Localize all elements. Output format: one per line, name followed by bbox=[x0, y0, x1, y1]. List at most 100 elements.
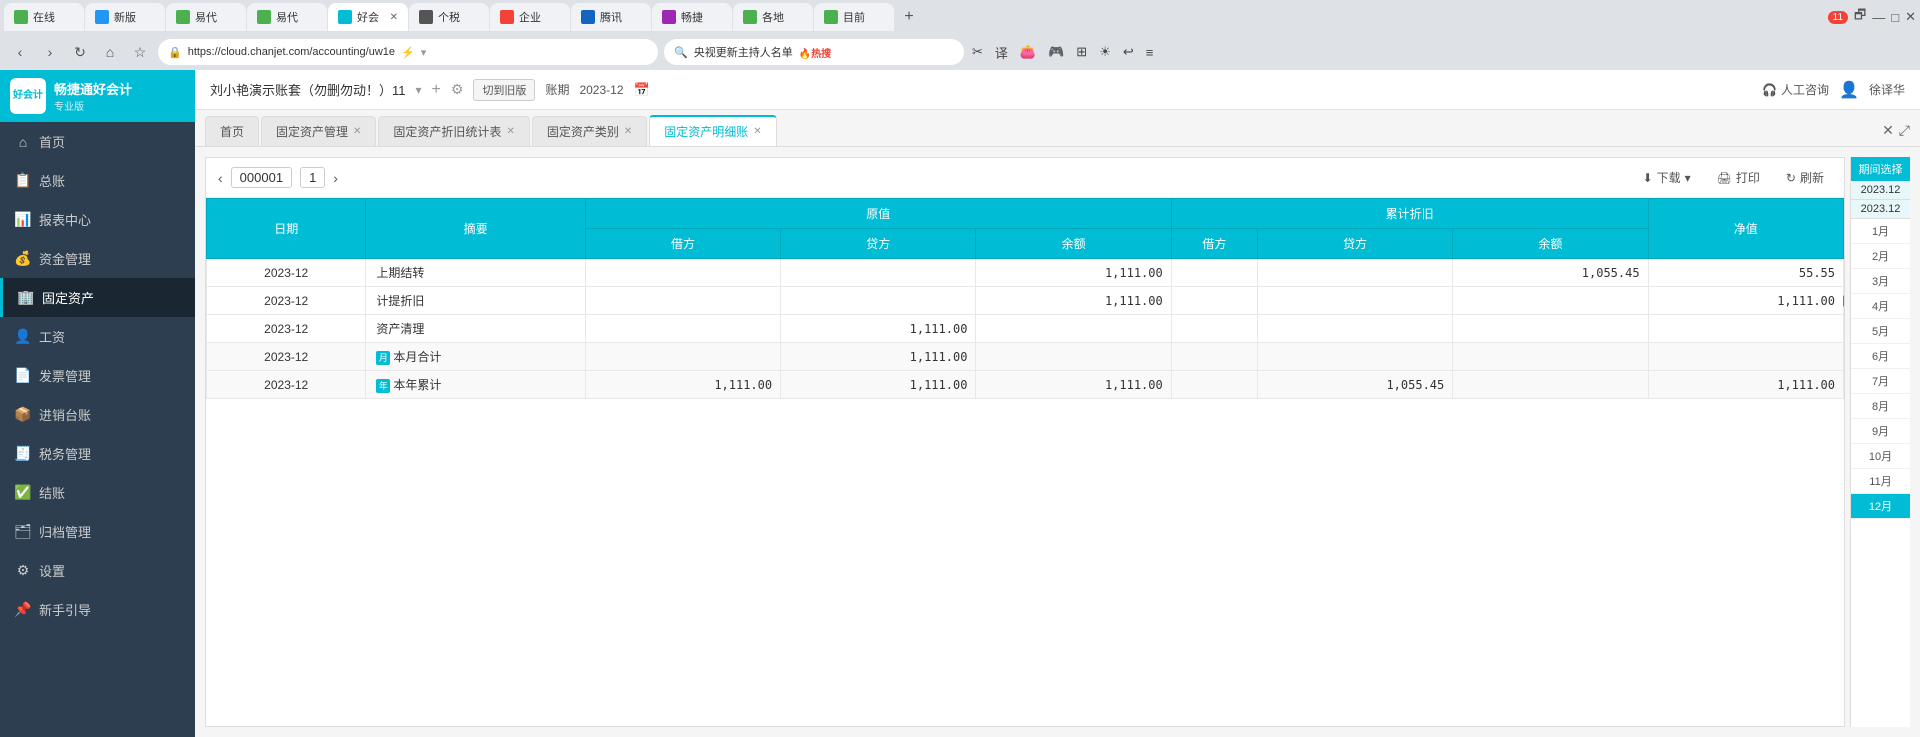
tab-favicon bbox=[581, 10, 595, 24]
period-month-10[interactable]: 10月 bbox=[1851, 444, 1910, 469]
period-month-8[interactable]: 8月 bbox=[1851, 394, 1910, 419]
tab-fixed-assets-management[interactable]: 固定资产管理 ✕ bbox=[261, 116, 376, 146]
cell-net-value: 55.55 bbox=[1648, 259, 1843, 287]
brightness-icon[interactable]: ☀ bbox=[1097, 42, 1113, 62]
game-icon[interactable]: 🎮 bbox=[1046, 42, 1066, 62]
settings-account-btn[interactable]: ⚙ bbox=[451, 81, 464, 98]
browser-tab-yidai2[interactable]: 易代 bbox=[247, 3, 327, 31]
calendar-icon[interactable]: 📅 bbox=[634, 82, 650, 98]
refresh-button[interactable]: ↻ bbox=[68, 40, 92, 64]
app-logo: 好会计 bbox=[10, 78, 46, 114]
sidebar-item-reports[interactable]: 📊 报表中心 bbox=[0, 200, 195, 239]
browser-tab-online[interactable]: 在线 bbox=[4, 3, 84, 31]
print-btn[interactable]: 🖨 打印 bbox=[1709, 166, 1768, 189]
tab-depreciation-stats[interactable]: 固定资产折旧统计表 ✕ bbox=[378, 116, 529, 146]
download-btn[interactable]: ⬇ 下载 ▾ bbox=[1635, 166, 1699, 189]
period-month-6[interactable]: 6月 bbox=[1851, 344, 1910, 369]
period-month-9[interactable]: 9月 bbox=[1851, 419, 1910, 444]
brand-sub: 专业版 bbox=[54, 98, 132, 113]
refresh-data-btn[interactable]: ↻ 刷新 bbox=[1778, 166, 1832, 189]
tab-close-btn[interactable]: ✕ bbox=[390, 12, 398, 23]
menu-icon[interactable]: ≡ bbox=[1144, 43, 1156, 62]
close-window-icon[interactable]: ✕ bbox=[1905, 9, 1916, 25]
browser-tab-gedi[interactable]: 各地 bbox=[733, 3, 813, 31]
new-tab-button[interactable]: + bbox=[895, 3, 923, 31]
cell-orig-credit: 1,111.00 bbox=[781, 371, 976, 399]
back-button[interactable]: ‹ bbox=[8, 40, 32, 64]
sidebar-item-purchase-sales[interactable]: 📦 进销台账 bbox=[0, 395, 195, 434]
browser-tab-haohui[interactable]: 好会 ✕ bbox=[328, 3, 408, 31]
restore-window-icon[interactable]: 🗗 bbox=[1854, 6, 1866, 28]
sidebar-item-guide[interactable]: 📌 新手引导 bbox=[0, 590, 195, 629]
period-month-12[interactable]: 12月 bbox=[1851, 494, 1910, 519]
period-month-5[interactable]: 5月 bbox=[1851, 319, 1910, 344]
search-bar[interactable]: 🔍 央视更新主持人名单 🔥热搜 bbox=[664, 39, 964, 65]
period-selector: 期间选择 2023.12 2023.12 1月 2月 3月 4月 5月 6月 7… bbox=[1850, 157, 1910, 727]
bookmark-button[interactable]: ☆ bbox=[128, 40, 152, 64]
tab-asset-category[interactable]: 固定资产类别 ✕ bbox=[532, 116, 647, 146]
period-month-4[interactable]: 4月 bbox=[1851, 294, 1910, 319]
browser-tab-yidai1[interactable]: 易代 bbox=[166, 3, 246, 31]
browser-tab-tengxun[interactable]: 腾讯 bbox=[571, 3, 651, 31]
undo-icon[interactable]: ↩ bbox=[1121, 42, 1136, 62]
cell-date: 2023-12 bbox=[207, 371, 366, 399]
minimize-icon[interactable]: — bbox=[1872, 10, 1885, 25]
period-month-7[interactable]: 7月 bbox=[1851, 369, 1910, 394]
sidebar-item-funds[interactable]: 💰 资金管理 bbox=[0, 239, 195, 278]
period-month-11[interactable]: 11月 bbox=[1851, 469, 1910, 494]
tab-close-btn[interactable]: ✕ bbox=[624, 126, 632, 137]
next-account-btn[interactable]: › bbox=[333, 170, 338, 186]
sidebar-item-tax[interactable]: 🧾 税务管理 bbox=[0, 434, 195, 473]
tab-label: 各地 bbox=[762, 9, 784, 25]
grid-icon[interactable]: ⊞ bbox=[1074, 42, 1089, 62]
sidebar-item-invoices[interactable]: 📄 发票管理 bbox=[0, 356, 195, 395]
sidebar-item-settings[interactable]: ⚙ 设置 bbox=[0, 551, 195, 590]
sidebar-item-home[interactable]: ⌂ 首页 bbox=[0, 122, 195, 161]
browser-tab-new[interactable]: 新版 bbox=[85, 3, 165, 31]
wallet-icon[interactable]: 👛 bbox=[1018, 42, 1038, 62]
browser-tab-geshui[interactable]: 个税 bbox=[409, 3, 489, 31]
tab-home[interactable]: 首页 bbox=[205, 116, 259, 146]
address-dropdown-icon[interactable]: ▾ bbox=[421, 46, 427, 59]
dropdown-arrow[interactable]: ▾ bbox=[416, 83, 422, 97]
prev-account-btn[interactable]: ‹ bbox=[218, 170, 223, 186]
address-bar[interactable]: 🔒 https://cloud.chanjet.com/accounting/u… bbox=[158, 39, 658, 65]
sidebar-item-general-ledger[interactable]: 📋 总账 bbox=[0, 161, 195, 200]
maximize-icon[interactable]: □ bbox=[1891, 10, 1899, 25]
sidebar-item-archive[interactable]: 🗂 归档管理 bbox=[0, 512, 195, 551]
cut-icon[interactable]: ✂ bbox=[970, 42, 985, 62]
browser-tab-changjie[interactable]: 畅捷 bbox=[652, 3, 732, 31]
cell-dep-debit bbox=[1171, 371, 1257, 399]
browser-tab-muqian[interactable]: 目前 bbox=[814, 3, 894, 31]
tab-close-btn[interactable]: ✕ bbox=[506, 126, 514, 137]
collapse-tabs-btn[interactable]: ✕ bbox=[1882, 122, 1894, 139]
add-account-btn[interactable]: + bbox=[432, 81, 441, 99]
period-title: 期间选择 bbox=[1851, 157, 1910, 181]
tab-close-btn[interactable]: ✕ bbox=[353, 126, 361, 137]
forward-button[interactable]: › bbox=[38, 40, 62, 64]
tab-label: 企业 bbox=[519, 9, 541, 25]
period-month-3[interactable]: 3月 bbox=[1851, 269, 1910, 294]
invoice-icon: 📄 bbox=[15, 368, 31, 384]
home-button[interactable]: ⌂ bbox=[98, 40, 122, 64]
help-btn[interactable]: 🎧 人工咨询 bbox=[1762, 81, 1829, 98]
tab-label: 固定资产折旧统计表 bbox=[393, 123, 501, 140]
period-month-1[interactable]: 1月 bbox=[1851, 219, 1910, 244]
tab-asset-ledger[interactable]: 固定资产明细账 ✕ bbox=[649, 115, 776, 146]
translate-icon[interactable]: 译 bbox=[993, 41, 1010, 64]
switch-version-btn[interactable]: 切到旧版 bbox=[473, 79, 535, 101]
sidebar-item-payroll[interactable]: 👤 工资 bbox=[0, 317, 195, 356]
browser-tab-qiye[interactable]: 企业 bbox=[490, 3, 570, 31]
tab-close-active-btn[interactable]: ✕ bbox=[753, 126, 761, 137]
cell-dep-credit bbox=[1257, 287, 1452, 315]
period-month-2[interactable]: 2月 bbox=[1851, 244, 1910, 269]
expand-tabs-btn[interactable]: ⤢ bbox=[1899, 122, 1910, 139]
cell-orig-debit bbox=[585, 343, 780, 371]
summary-icon: 年 bbox=[376, 379, 390, 393]
ledger-icon: 📋 bbox=[15, 173, 31, 189]
sidebar-item-closing[interactable]: ✅ 结账 bbox=[0, 473, 195, 512]
download-dropdown-icon[interactable]: ▾ bbox=[1685, 171, 1691, 185]
sidebar-item-fixed-assets[interactable]: 🏢 固定资产 bbox=[0, 278, 195, 317]
company-name[interactable]: 刘小艳演示账套（勿删勿动！）11 bbox=[210, 80, 406, 99]
settings-icon: ⚙ bbox=[15, 563, 31, 579]
